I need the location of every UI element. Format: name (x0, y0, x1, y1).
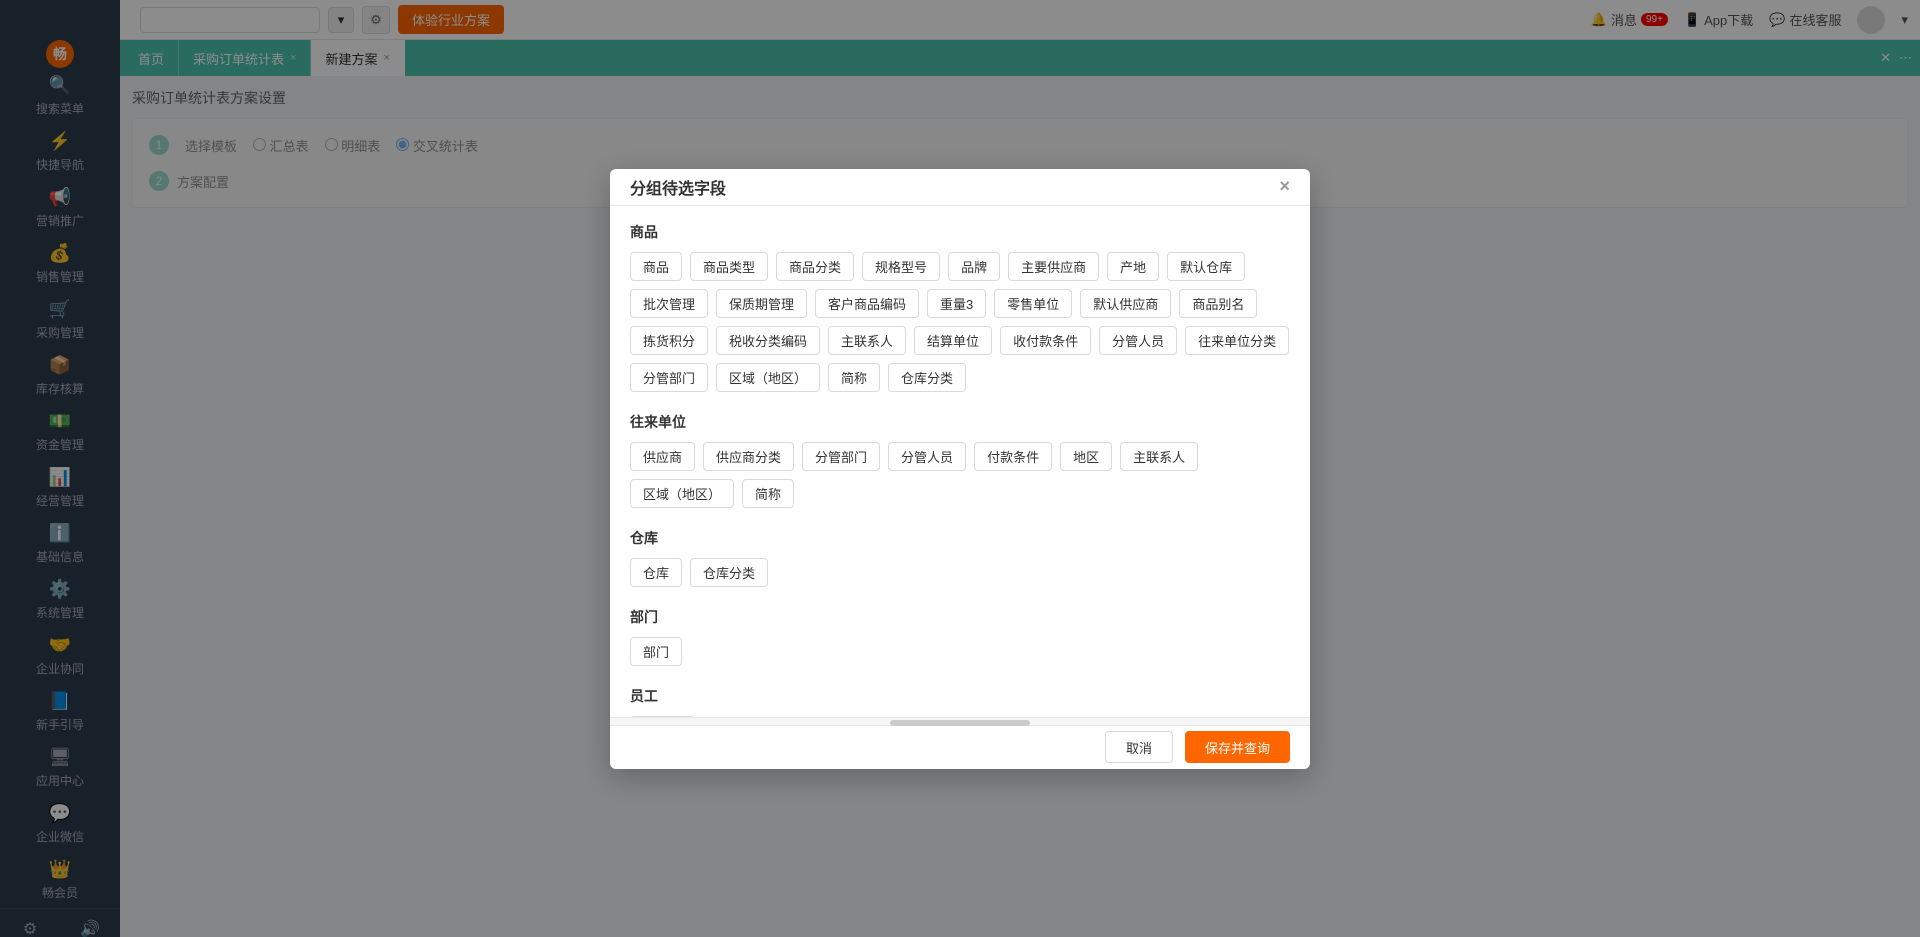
field-tag-2-0[interactable]: 仓库 (630, 558, 682, 587)
field-tag-2-1[interactable]: 仓库分类 (690, 558, 768, 587)
field-tag-0-14[interactable]: 商品别名 (1179, 289, 1257, 318)
field-tag-1-6[interactable]: 主联系人 (1120, 442, 1198, 471)
cancel-button[interactable]: 取消 (1105, 731, 1173, 763)
field-tags-2: 仓库仓库分类 (630, 558, 1290, 587)
section-title-4: 员工 (630, 686, 1290, 706)
field-tag-0-7[interactable]: 默认仓库 (1167, 252, 1245, 281)
modal-body: 商品商品商品类型商品分类规格型号品牌主要供应商产地默认仓库批次管理保质期管理客户… (610, 206, 1310, 717)
field-tag-0-11[interactable]: 重量3 (927, 289, 986, 318)
field-tag-0-0[interactable]: 商品 (630, 252, 682, 281)
field-section-1: 往来单位供应商供应商分类分管部门分管人员付款条件地区主联系人区域（地区） 简称 (630, 412, 1290, 508)
field-tag-0-18[interactable]: 结算单位 (914, 326, 992, 355)
field-tag-1-4[interactable]: 付款条件 (974, 442, 1052, 471)
field-tag-1-0[interactable]: 供应商 (630, 442, 695, 471)
field-tag-0-2[interactable]: 商品分类 (776, 252, 854, 281)
field-tag-0-1[interactable]: 商品类型 (690, 252, 768, 281)
field-tag-0-22[interactable]: 分管部门 (630, 363, 708, 392)
field-tag-1-2[interactable]: 分管部门 (802, 442, 880, 471)
field-tag-0-15[interactable]: 拣货积分 (630, 326, 708, 355)
field-section-4: 员工业务员 (630, 686, 1290, 717)
field-tag-0-25[interactable]: 仓库分类 (888, 363, 966, 392)
modal-footer: 取消 保存并查询 (610, 725, 1310, 768)
section-title-2: 仓库 (630, 528, 1290, 548)
field-tag-0-3[interactable]: 规格型号 (862, 252, 940, 281)
field-section-3: 部门部门 (630, 607, 1290, 666)
field-tag-0-10[interactable]: 客户商品编码 (815, 289, 919, 318)
field-tag-1-3[interactable]: 分管人员 (888, 442, 966, 471)
field-tag-0-13[interactable]: 默认供应商 (1080, 289, 1171, 318)
field-tag-0-20[interactable]: 分管人员 (1099, 326, 1177, 355)
field-tag-1-1[interactable]: 供应商分类 (703, 442, 794, 471)
section-title-1: 往来单位 (630, 412, 1290, 432)
field-tag-0-6[interactable]: 产地 (1107, 252, 1159, 281)
field-tag-0-21[interactable]: 往来单位分类 (1185, 326, 1289, 355)
field-section-0: 商品商品商品类型商品分类规格型号品牌主要供应商产地默认仓库批次管理保质期管理客户… (630, 222, 1290, 392)
field-tag-0-16[interactable]: 税收分类编码 (716, 326, 820, 355)
horizontal-scrollbar-thumb[interactable] (890, 720, 1030, 726)
field-tag-0-12[interactable]: 零售单位 (994, 289, 1072, 318)
field-tag-1-7[interactable]: 区域（地区） (630, 479, 734, 508)
field-section-2: 仓库仓库仓库分类 (630, 528, 1290, 587)
field-tags-0: 商品商品类型商品分类规格型号品牌主要供应商产地默认仓库批次管理保质期管理客户商品… (630, 252, 1290, 392)
modal-header: 分组待选字段 × (610, 169, 1310, 206)
section-title-3: 部门 (630, 607, 1290, 627)
modal-close-btn[interactable]: × (1279, 176, 1290, 197)
field-tag-3-0[interactable]: 部门 (630, 637, 682, 666)
modal-title: 分组待选字段 (630, 175, 726, 199)
field-tag-0-24[interactable]: 简称 (828, 363, 880, 392)
field-tag-1-8[interactable]: 简称 (742, 479, 794, 508)
field-tag-0-4[interactable]: 品牌 (948, 252, 1000, 281)
field-tags-1: 供应商供应商分类分管部门分管人员付款条件地区主联系人区域（地区） 简称 (630, 442, 1290, 508)
field-tag-0-19[interactable]: 收付款条件 (1000, 326, 1091, 355)
field-tag-1-5[interactable]: 地区 (1060, 442, 1112, 471)
field-tag-0-5[interactable]: 主要供应商 (1008, 252, 1099, 281)
field-tag-0-8[interactable]: 批次管理 (630, 289, 708, 318)
field-tag-0-9[interactable]: 保质期管理 (716, 289, 807, 318)
field-tag-0-23[interactable]: 区域（地区） (716, 363, 820, 392)
field-tag-0-17[interactable]: 主联系人 (828, 326, 906, 355)
field-tags-3: 部门 (630, 637, 1290, 666)
modal-scroll-track (610, 717, 1310, 725)
field-select-modal: 分组待选字段 × 商品商品商品类型商品分类规格型号品牌主要供应商产地默认仓库批次… (610, 169, 1310, 769)
confirm-button[interactable]: 保存并查询 (1185, 731, 1290, 763)
section-title-0: 商品 (630, 222, 1290, 242)
